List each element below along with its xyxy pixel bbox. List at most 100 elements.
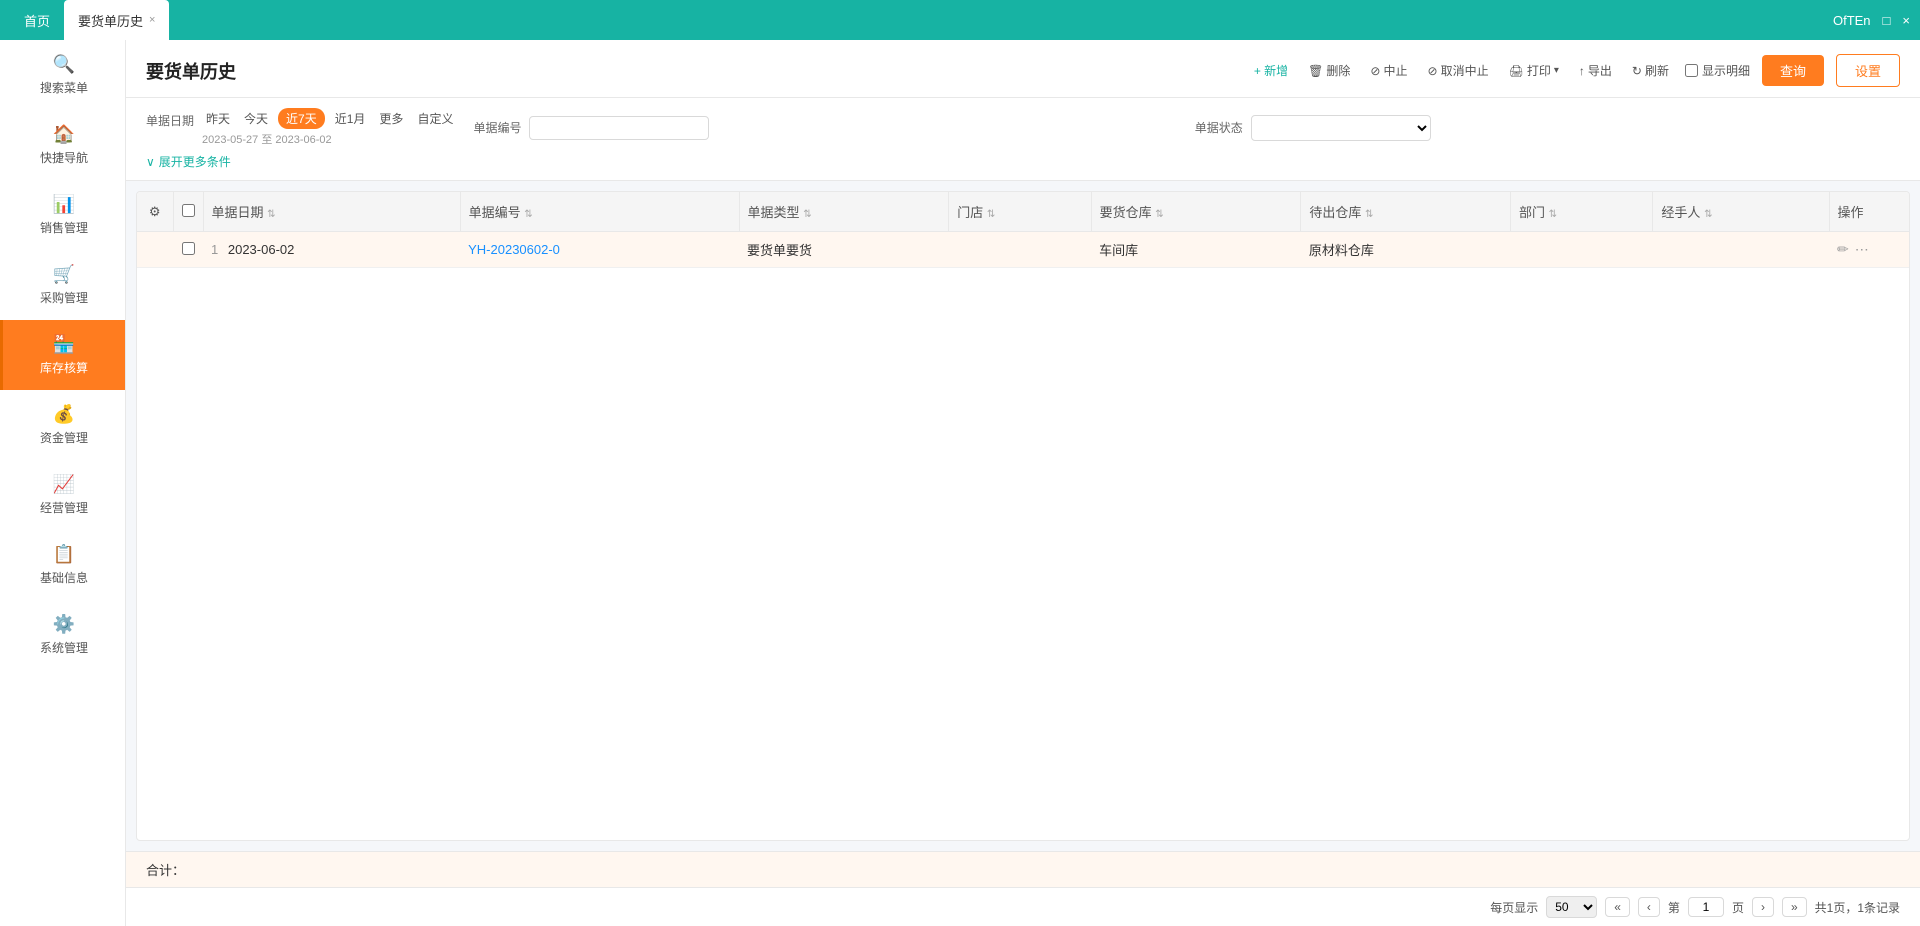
main-layout: 🔍 搜索菜单 🏠 快捷导航 📊 销售管理 🛒 采购管理 🏪 库存核算 💰 资金管…: [0, 40, 1920, 926]
query-button[interactable]: 查询: [1762, 55, 1824, 86]
date-btn-yesterday[interactable]: 昨天: [202, 109, 234, 128]
first-page-btn[interactable]: «: [1605, 897, 1630, 917]
show-detail-checkbox[interactable]: [1685, 64, 1698, 77]
row-settings: [137, 232, 173, 268]
th-req-warehouse[interactable]: 要货仓库 ⇅: [1091, 192, 1301, 232]
th-dept-label: 部门: [1519, 205, 1545, 220]
sidebar-item-basic-info[interactable]: 📋 基础信息: [0, 530, 125, 600]
row-actions: ✏ ⋯: [1829, 232, 1909, 268]
sales-icon: 📊: [53, 194, 75, 215]
row-doctype: 要货单要货: [739, 232, 949, 268]
sidebar-item-system[interactable]: ⚙️ 系统管理: [0, 600, 125, 670]
page-size-label: 每页显示: [1490, 899, 1538, 916]
setting-button[interactable]: 设置: [1836, 54, 1900, 87]
page-suffix: 页: [1732, 899, 1744, 916]
export-icon: ↑: [1579, 64, 1585, 78]
sort-dept-icon: ⇅: [1549, 209, 1557, 220]
cancel-stop-button[interactable]: ⊘ 取消中止: [1424, 60, 1493, 81]
date-btn-1month[interactable]: 近1月: [331, 109, 370, 128]
total-info: 共1页，1条记录: [1815, 899, 1900, 916]
select-all-checkbox[interactable]: [182, 204, 195, 217]
close-window-btn[interactable]: ×: [1902, 13, 1910, 28]
edit-icon[interactable]: ✏: [1837, 241, 1849, 258]
delete-button[interactable]: 🗑 删除: [1304, 60, 1354, 81]
total-label: 合计：: [146, 863, 185, 878]
sidebar-item-inventory[interactable]: 🏪 库存核算: [0, 320, 125, 390]
th-docnum-label: 单据编号: [469, 205, 521, 220]
table-row: 1 2023-06-02 YH-20230602-0 要货单要货 车间库 原材料…: [137, 232, 1909, 268]
cancel-stop-icon: ⊘: [1428, 64, 1438, 78]
stop-button[interactable]: ⊘ 中止: [1366, 60, 1411, 81]
sidebar-item-operations[interactable]: 📈 经营管理: [0, 460, 125, 530]
date-btn-custom[interactable]: 自定义: [413, 109, 457, 128]
sidebar-item-search-menu[interactable]: 🔍 搜索菜单: [0, 40, 125, 110]
th-dept[interactable]: 部门 ⇅: [1511, 192, 1653, 232]
maximize-btn[interactable]: □: [1883, 13, 1891, 28]
purchase-icon: 🛒: [53, 264, 75, 285]
refresh-icon: ↻: [1632, 64, 1642, 78]
tab-home[interactable]: 首页: [10, 0, 64, 40]
refresh-button[interactable]: ↻ 刷新: [1628, 60, 1673, 81]
th-handler[interactable]: 经手人 ⇅: [1653, 192, 1829, 232]
sidebar-item-finance[interactable]: 💰 资金管理: [0, 390, 125, 460]
next-page-btn[interactable]: ›: [1752, 897, 1774, 917]
show-detail-checkbox-group[interactable]: 显示明细: [1685, 62, 1750, 79]
sidebar-item-purchase[interactable]: 🛒 采购管理: [0, 250, 125, 320]
page-label: 第: [1668, 899, 1680, 916]
date-btn-today[interactable]: 今天: [240, 109, 272, 128]
th-dest-warehouse[interactable]: 待出仓库 ⇅: [1301, 192, 1511, 232]
th-date-label: 单据日期: [212, 205, 264, 220]
tab-requisition-history[interactable]: 要货单历史 ×: [64, 0, 169, 40]
sidebar-label-operations: 经营管理: [40, 499, 88, 516]
sidebar-item-sales[interactable]: 📊 销售管理: [0, 180, 125, 250]
chevron-down-icon: ∨: [146, 155, 155, 169]
filter-area: 单据日期 昨天 今天 近7天 近1月 更多 自定义 2023-05-27 至 2…: [126, 98, 1920, 181]
row-docnum-link[interactable]: YH-20230602-0: [468, 242, 560, 257]
last-page-btn[interactable]: »: [1782, 897, 1807, 917]
print-icon: 🖨: [1509, 64, 1524, 78]
status-filter: 单据状态: [1195, 115, 1900, 141]
export-button[interactable]: ↑ 导出: [1575, 60, 1616, 81]
more-icon[interactable]: ⋯: [1855, 241, 1869, 258]
row-docnum-cell[interactable]: YH-20230602-0: [460, 232, 739, 268]
th-date[interactable]: 单据日期 ⇅: [203, 192, 460, 232]
sidebar-label-inventory: 库存核算: [40, 359, 88, 376]
row-handler: [1653, 232, 1829, 268]
date-btn-7days[interactable]: 近7天: [278, 108, 325, 129]
page-number-input[interactable]: [1688, 897, 1724, 917]
sidebar-label-quick-nav: 快捷导航: [40, 149, 88, 166]
row-req-warehouse: 车间库: [1091, 232, 1301, 268]
doc-num-input[interactable]: [529, 116, 709, 140]
sort-doctype-icon: ⇅: [803, 209, 811, 220]
th-docnum[interactable]: 单据编号 ⇅: [460, 192, 739, 232]
expand-more-btn[interactable]: ∨ 展开更多条件: [146, 153, 1900, 170]
sidebar-item-quick-nav[interactable]: 🏠 快捷导航: [0, 110, 125, 180]
date-btn-more[interactable]: 更多: [375, 109, 407, 128]
new-button[interactable]: + 新增: [1250, 60, 1292, 81]
page-title: 要货单历史: [146, 58, 236, 84]
row-checkbox[interactable]: [182, 242, 195, 255]
th-doctype[interactable]: 单据类型 ⇅: [739, 192, 949, 232]
print-button[interactable]: 🖨 打印 ▾: [1505, 60, 1563, 81]
sort-handler-icon: ⇅: [1704, 209, 1712, 220]
filter-row-1: 单据日期 昨天 今天 近7天 近1月 更多 自定义 2023-05-27 至 2…: [146, 108, 1900, 147]
status-select[interactable]: [1251, 115, 1431, 141]
delete-icon: 🗑: [1308, 64, 1323, 78]
th-store[interactable]: 门店 ⇅: [949, 192, 1091, 232]
row-num-date: 1 2023-06-02: [203, 232, 460, 268]
show-detail-label: 显示明细: [1702, 62, 1750, 79]
th-checkbox[interactable]: [173, 192, 203, 232]
doc-num-filter: 单据编号: [473, 116, 1178, 140]
sort-store-icon: ⇅: [987, 209, 995, 220]
prev-page-btn[interactable]: ‹: [1638, 897, 1660, 917]
close-tab-icon[interactable]: ×: [149, 14, 155, 26]
table-header-row: ⚙ 单据日期 ⇅ 单据编号 ⇅ 单据类型: [137, 192, 1909, 232]
row-store: [949, 232, 1091, 268]
data-table: ⚙ 单据日期 ⇅ 单据编号 ⇅ 单据类型: [137, 192, 1909, 268]
row-checkbox-cell[interactable]: [173, 232, 203, 268]
th-settings[interactable]: ⚙: [137, 192, 173, 232]
th-req-warehouse-label: 要货仓库: [1100, 205, 1152, 220]
page-size-select[interactable]: 10 20 50 100: [1546, 896, 1597, 918]
pagination-bar: 每页显示 10 20 50 100 « ‹ 第 页 › » 共1页，1条记录: [126, 887, 1920, 926]
basic-info-icon: 📋: [53, 544, 75, 565]
